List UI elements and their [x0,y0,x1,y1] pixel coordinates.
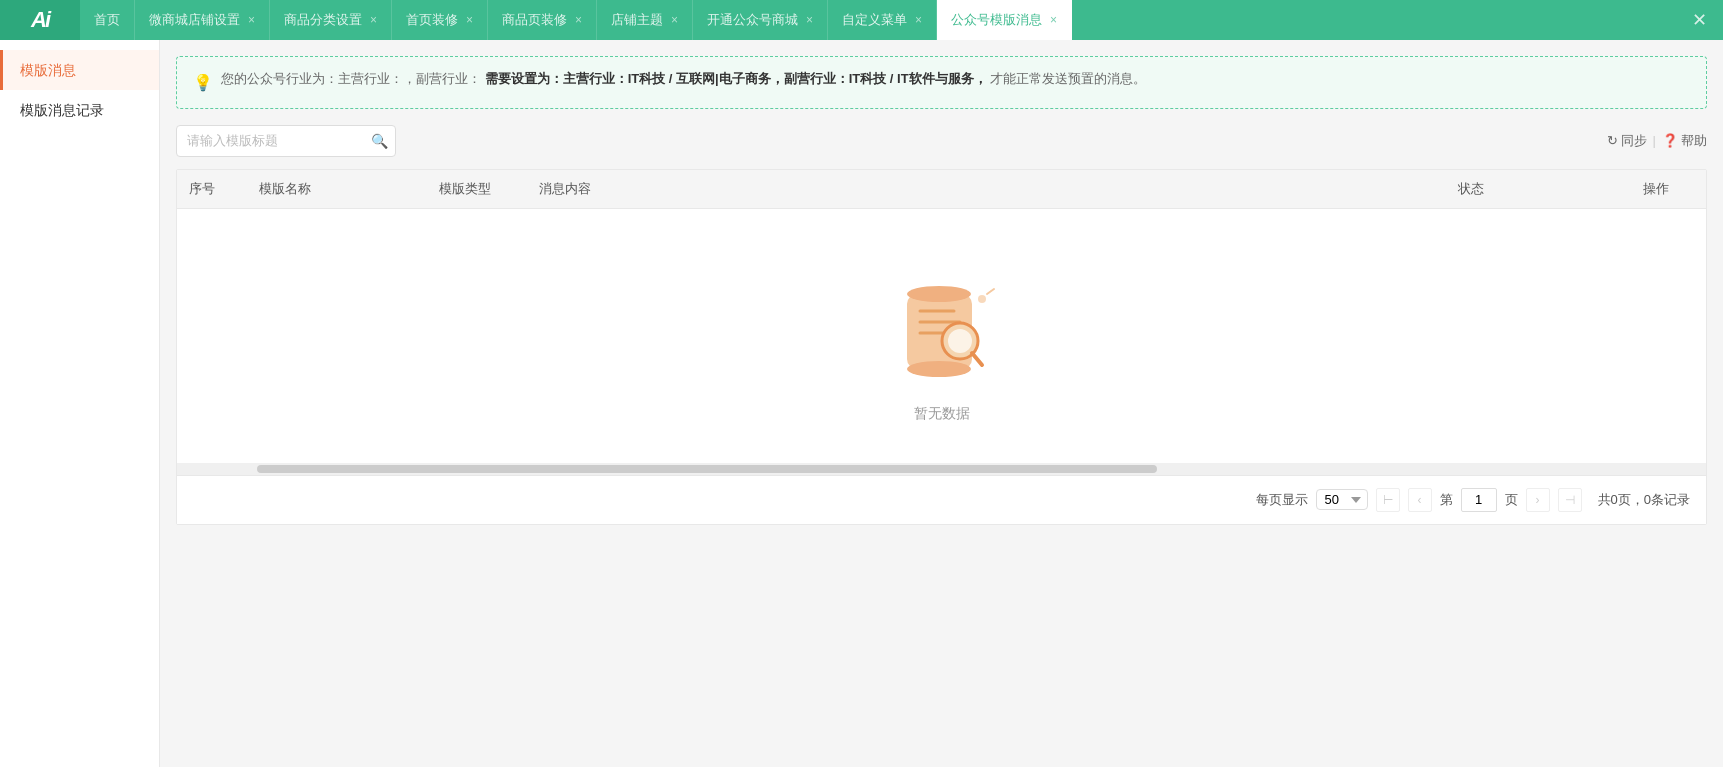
notice-text-before: 您的公众号行业为：主营行业：，副营行业： [221,71,481,86]
global-close-button[interactable]: ✕ [1676,9,1723,31]
empty-illustration [882,269,1002,389]
sync-button[interactable]: ↻ 同步 [1607,132,1647,150]
page-size-label: 每页显示 [1256,491,1308,509]
nav-tab-close-category-settings[interactable]: × [370,13,377,27]
table-wrap: 序号 模版名称 模版类型 消息内容 状态 操作 [176,169,1707,525]
nav-tab-custom-menu[interactable]: 自定义菜单 × [828,0,937,40]
prev-page-button[interactable]: ‹ [1408,488,1432,512]
page-prefix: 第 [1440,491,1453,509]
notice-text: 您的公众号行业为：主营行业：，副营行业： 需要设置为：主营行业：IT科技 / 互… [221,69,1146,90]
nav-tab-close-shop-settings[interactable]: × [248,13,255,27]
main-content: 💡 您的公众号行业为：主营行业：，副营行业： 需要设置为：主营行业：IT科技 /… [160,40,1723,767]
help-button[interactable]: ❓ 帮助 [1662,132,1707,150]
nav-tab-product-decoration[interactable]: 商品页装修 × [488,0,597,40]
table-header: 序号 模版名称 模版类型 消息内容 状态 操作 [177,170,1706,209]
col-header-content: 消息内容 [527,170,1446,208]
nav-tab-home[interactable]: 首页 [80,0,135,40]
first-page-button[interactable]: ⊢ [1376,488,1400,512]
sidebar-item-template-message-log[interactable]: 模版消息记录 [0,90,159,130]
logo-text: Ai [31,7,49,33]
last-page-button[interactable]: ⊣ [1558,488,1582,512]
search-input-wrap: 🔍 [176,125,396,157]
nav-tab-shop-settings[interactable]: 微商城店铺设置 × [135,0,270,40]
nav-tab-close-template-message[interactable]: × [1050,13,1057,27]
page-suffix: 页 [1505,491,1518,509]
nav-tabs: 首页微商城店铺设置 ×商品分类设置 ×首页装修 ×商品页装修 ×店铺主题 ×开通… [80,0,1676,40]
action-divider: | [1653,133,1656,148]
col-header-type: 模版类型 [427,170,527,208]
nav-tab-close-open-wechat-mall[interactable]: × [806,13,813,27]
nav-tab-close-shop-theme[interactable]: × [671,13,678,27]
empty-text: 暂无数据 [914,405,970,423]
layout: 模版消息模版消息记录 💡 您的公众号行业为：主营行业：，副营行业： 需要设置为：… [0,40,1723,767]
svg-point-3 [907,361,971,377]
nav-tab-category-settings[interactable]: 商品分类设置 × [270,0,392,40]
notice-text-after: 才能正常发送预置的消息。 [990,71,1146,86]
search-bar: 🔍 ↻ 同步 | ❓ 帮助 [176,125,1707,157]
top-nav: Ai 首页微商城店铺设置 ×商品分类设置 ×首页装修 ×商品页装修 ×店铺主题 … [0,0,1723,40]
col-header-name: 模版名称 [247,170,427,208]
sync-icon: ↻ [1607,133,1618,148]
sidebar: 模版消息模版消息记录 [0,40,160,767]
svg-line-9 [972,353,982,365]
help-icon: ❓ [1662,133,1678,148]
nav-tab-shop-theme[interactable]: 店铺主题 × [597,0,693,40]
svg-point-8 [948,329,972,353]
logo: Ai [0,0,80,40]
page-number-input[interactable] [1461,488,1497,512]
nav-tab-close-custom-menu[interactable]: × [915,13,922,27]
nav-tab-homepage-decoration[interactable]: 首页装修 × [392,0,488,40]
notice-banner: 💡 您的公众号行业为：主营行业：，副营行业： 需要设置为：主营行业：IT科技 /… [176,56,1707,109]
nav-tab-close-product-decoration[interactable]: × [575,13,582,27]
page-size-select[interactable]: 50 10 20 100 [1316,489,1368,510]
sidebar-item-template-message[interactable]: 模版消息 [0,50,159,90]
scrollbar-thumb[interactable] [257,465,1157,473]
nav-tab-close-homepage-decoration[interactable]: × [466,13,473,27]
search-button[interactable]: 🔍 [371,133,388,149]
col-header-status: 状态 [1446,170,1606,208]
next-page-button[interactable]: › [1526,488,1550,512]
total-text: 共0页，0条记录 [1598,491,1690,509]
help-label: 帮助 [1681,132,1707,150]
pagination: 每页显示 50 10 20 100 ⊢ ‹ 第 页 › ⊣ 共0页，0条记录 [177,475,1706,524]
nav-tab-template-message[interactable]: 公众号模版消息 × [937,0,1072,40]
notice-text-emphasis: 需要设置为：主营行业：IT科技 / 互联网|电子商务，副营行业：IT科技 / I… [485,71,987,86]
sync-label: 同步 [1621,132,1647,150]
search-input[interactable] [176,125,396,157]
col-header-action: 操作 [1606,170,1706,208]
col-header-seq: 序号 [177,170,247,208]
horizontal-scrollbar[interactable] [177,463,1706,475]
svg-line-11 [987,289,994,294]
nav-tab-open-wechat-mall[interactable]: 开通公众号商城 × [693,0,828,40]
search-actions: ↻ 同步 | ❓ 帮助 [1607,132,1707,150]
empty-state: 暂无数据 [177,209,1706,463]
notice-icon: 💡 [193,70,213,96]
svg-point-2 [907,286,971,302]
svg-point-10 [978,295,986,303]
